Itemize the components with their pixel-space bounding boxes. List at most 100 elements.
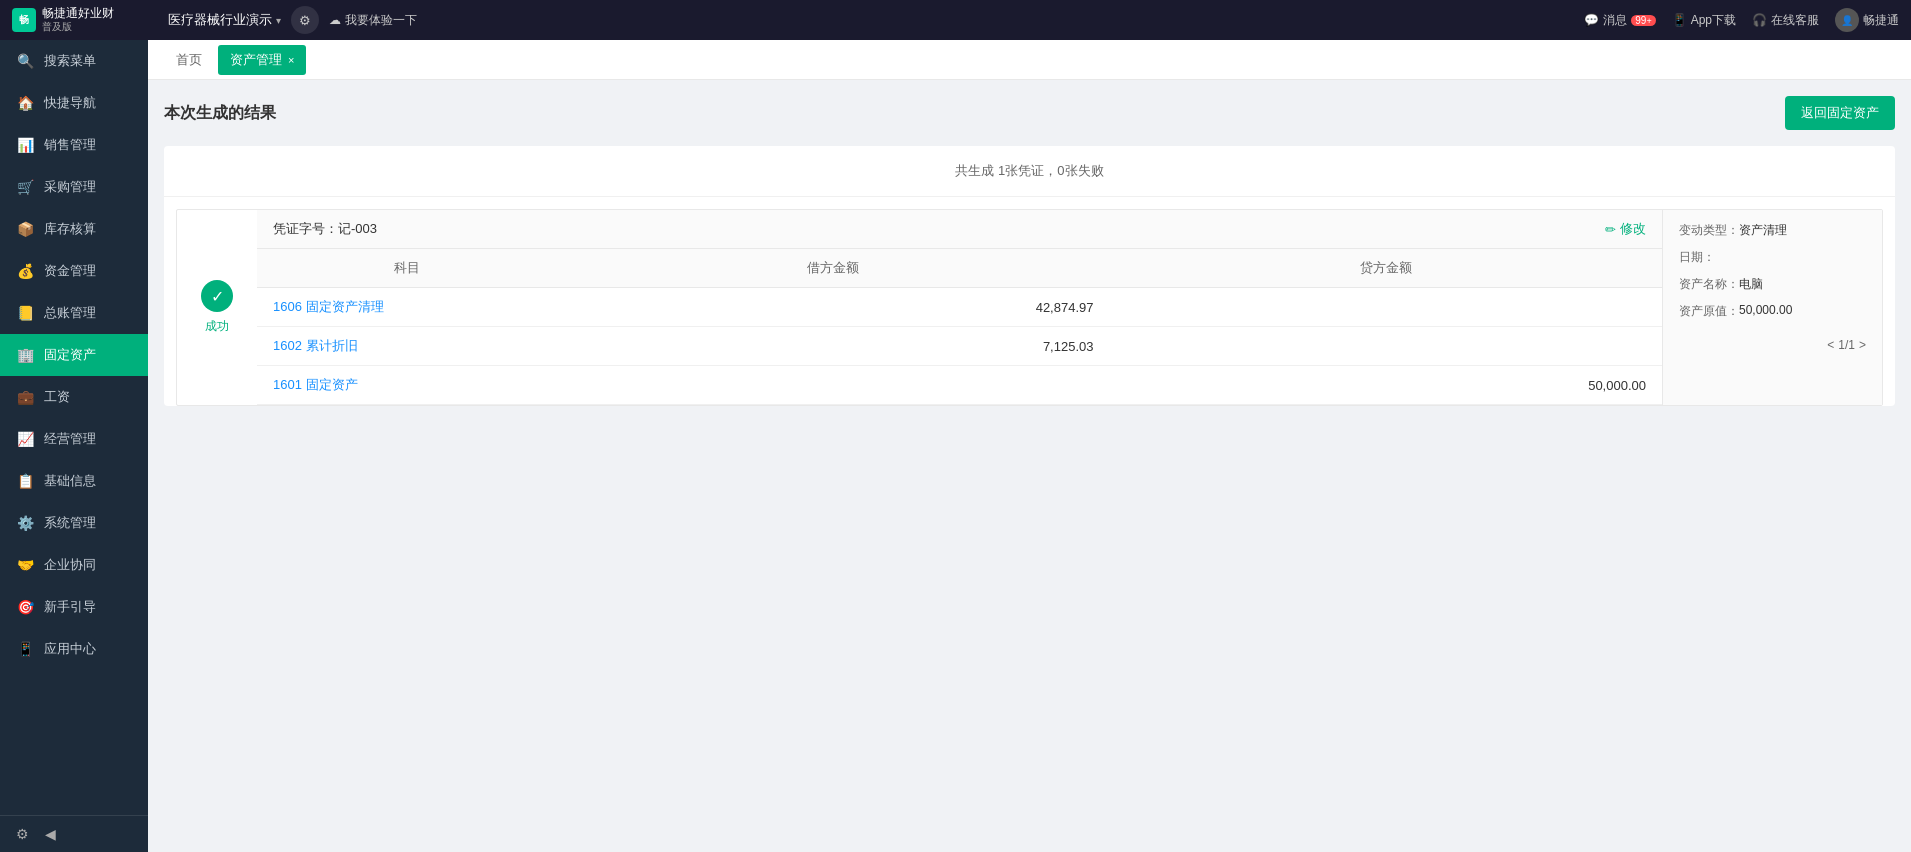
success-label: 成功 <box>205 318 229 335</box>
sidebar-label-app-center: 应用中心 <box>44 640 96 658</box>
tab-bar: 首页 资产管理 × <box>148 40 1911 80</box>
fixed-assets-icon: 🏢 <box>16 347 34 363</box>
basic-info-icon: 📋 <box>16 473 34 489</box>
main-layout: 🔍 搜索菜单 🏠 快捷导航 📊 销售管理 🛒 采购管理 📦 库存核算 💰 资金管… <box>0 40 1911 852</box>
sidebar-label-fixed-assets: 固定资产 <box>44 346 96 364</box>
sidebar-label-basic-info: 基础信息 <box>44 472 96 490</box>
online-service-button[interactable]: 🎧 在线客服 <box>1752 12 1819 29</box>
purchase-icon: 🛒 <box>16 179 34 195</box>
success-circle-icon: ✓ <box>201 280 233 312</box>
voucher-header: 凭证字号：记-003 ✏ 修改 <box>257 210 1662 249</box>
sidebar-item-sales[interactable]: 📊 销售管理 <box>0 124 148 166</box>
result-summary: 共生成 1张凭证，0张失败 <box>164 146 1895 197</box>
pagination-prev[interactable]: < <box>1827 338 1834 352</box>
sidebar-item-purchase[interactable]: 🛒 采购管理 <box>0 166 148 208</box>
cloud-icon: ☁ <box>329 13 341 27</box>
return-button[interactable]: 返回固定资产 <box>1785 96 1895 130</box>
page-title: 本次生成的结果 <box>164 103 276 124</box>
inventory-icon: 📦 <box>16 221 34 237</box>
sidebar-item-guide[interactable]: 🎯 新手引导 <box>0 586 148 628</box>
ledger-icon: 📒 <box>16 305 34 321</box>
change-type-label: 变动类型： <box>1679 222 1739 239</box>
sidebar-label-guide: 新手引导 <box>44 598 96 616</box>
sidebar-label-purchase: 采购管理 <box>44 178 96 196</box>
phone-icon: 📱 <box>1672 13 1687 27</box>
sidebar-item-quick-nav[interactable]: 🏠 快捷导航 <box>0 82 148 124</box>
guide-icon: 🎯 <box>16 599 34 615</box>
table-row: 1606 固定资产清理 42,874.97 <box>257 288 1662 327</box>
original-value-label: 资产原值： <box>1679 303 1739 320</box>
pagination-info: 1/1 <box>1838 338 1855 352</box>
tab-active-label: 资产管理 <box>230 51 282 69</box>
col-header-credit: 贷方金额 <box>1110 249 1663 288</box>
sidebar-label-ledger: 总账管理 <box>44 304 96 322</box>
pagination-next[interactable]: > <box>1859 338 1866 352</box>
sidebar-item-ledger[interactable]: 📒 总账管理 <box>0 292 148 334</box>
user-name: 畅捷通 <box>1863 12 1899 29</box>
table-row: 1601 固定资产 50,000.00 <box>257 366 1662 405</box>
asset-name-label: 资产名称： <box>1679 276 1739 293</box>
edit-icon: ✏ <box>1605 222 1616 237</box>
online-service-label: 在线客服 <box>1771 12 1819 29</box>
tab-close-button[interactable]: × <box>288 54 294 66</box>
sidebar-item-payroll[interactable]: 💼 工资 <box>0 376 148 418</box>
change-type-value: 资产清理 <box>1739 222 1787 239</box>
sidebar-label-inventory: 库存核算 <box>44 220 96 238</box>
sidebar-item-system[interactable]: ⚙️ 系统管理 <box>0 502 148 544</box>
voucher-info-panel: 变动类型： 资产清理 日期： 资产名称： 电脑 资产原值： <box>1662 210 1882 405</box>
content-area: 首页 资产管理 × 本次生成的结果 返回固定资产 共生成 1张凭证，0张失败 ✓ <box>148 40 1911 852</box>
sidebar-item-inventory[interactable]: 📦 库存核算 <box>0 208 148 250</box>
app-download-button[interactable]: 📱 App下载 <box>1672 12 1736 29</box>
sidebar-item-operations[interactable]: 📈 经营管理 <box>0 418 148 460</box>
page-content: 本次生成的结果 返回固定资产 共生成 1张凭证，0张失败 ✓ 成功 凭证 <box>148 80 1911 852</box>
edit-label: 修改 <box>1620 220 1646 238</box>
headset-icon: 🎧 <box>1752 13 1767 27</box>
date-label: 日期： <box>1679 249 1739 266</box>
sidebar-item-app-center[interactable]: 📱 应用中心 <box>0 628 148 670</box>
debit-amount-1606: 42,874.97 <box>573 300 1094 315</box>
col-header-subject: 科目 <box>257 249 557 288</box>
edit-button[interactable]: ✏ 修改 <box>1605 220 1646 238</box>
sidebar-label-payroll: 工资 <box>44 388 70 406</box>
gear-bottom-icon[interactable]: ⚙ <box>16 826 29 842</box>
tab-asset-management[interactable]: 资产管理 × <box>218 45 306 75</box>
messages-button[interactable]: 💬 消息 99+ <box>1584 12 1655 29</box>
system-icon: ⚙️ <box>16 515 34 531</box>
voucher-section: ✓ 成功 凭证字号：记-003 ✏ 修改 <box>176 209 1883 406</box>
sidebar-item-enterprise[interactable]: 🤝 企业协同 <box>0 544 148 586</box>
sidebar-label-system: 系统管理 <box>44 514 96 532</box>
debit-amount-1602: 7,125.03 <box>573 339 1094 354</box>
account-link-1606[interactable]: 1606 固定资产清理 <box>273 299 384 314</box>
sidebar-item-funds[interactable]: 💰 资金管理 <box>0 250 148 292</box>
sidebar-item-fixed-assets[interactable]: 🏢 固定资产 <box>0 334 148 376</box>
avatar: 👤 <box>1835 8 1859 32</box>
header-middle: 医疗器械行业演示 ▾ ⚙ ☁ 我要体验一下 <box>160 6 1584 34</box>
settings-button[interactable]: ⚙ <box>291 6 319 34</box>
pagination[interactable]: < 1/1 > <box>1679 330 1866 352</box>
app-center-icon: 📱 <box>16 641 34 657</box>
account-link-1602[interactable]: 1602 累计折旧 <box>273 338 358 353</box>
logo-area: 畅 畅捷通好业财 普及版 <box>12 6 160 34</box>
credit-amount-1601: 50,000.00 <box>1126 378 1647 393</box>
account-link-1601[interactable]: 1601 固定资产 <box>273 377 358 392</box>
voucher-number: 凭证字号：记-003 <box>273 220 377 238</box>
table-row: 1602 累计折旧 7,125.03 <box>257 327 1662 366</box>
app-download-label: App下载 <box>1691 12 1736 29</box>
voucher-main: 凭证字号：记-003 ✏ 修改 科目 借方金额 贷 <box>257 210 1662 405</box>
collapse-icon[interactable]: ◀ <box>45 826 56 842</box>
company-select[interactable]: 医疗器械行业演示 ▾ <box>168 11 281 29</box>
tab-home[interactable]: 首页 <box>164 45 214 75</box>
sidebar-label-enterprise: 企业协同 <box>44 556 96 574</box>
message-icon: 💬 <box>1584 13 1599 27</box>
logo-subtitle: 普及版 <box>42 20 114 34</box>
sidebar-item-basic-info[interactable]: 📋 基础信息 <box>0 460 148 502</box>
search-icon: 🔍 <box>16 53 34 69</box>
user-area[interactable]: 👤 畅捷通 <box>1835 8 1899 32</box>
date-row: 日期： <box>1679 249 1866 266</box>
sidebar-item-search[interactable]: 🔍 搜索菜单 <box>0 40 148 82</box>
operations-icon: 📈 <box>16 431 34 447</box>
header-right: 💬 消息 99+ 📱 App下载 🎧 在线客服 👤 畅捷通 <box>1584 8 1899 32</box>
company-name: 医疗器械行业演示 <box>168 11 272 29</box>
experience-button[interactable]: ☁ 我要体验一下 <box>329 12 417 29</box>
sales-icon: 📊 <box>16 137 34 153</box>
